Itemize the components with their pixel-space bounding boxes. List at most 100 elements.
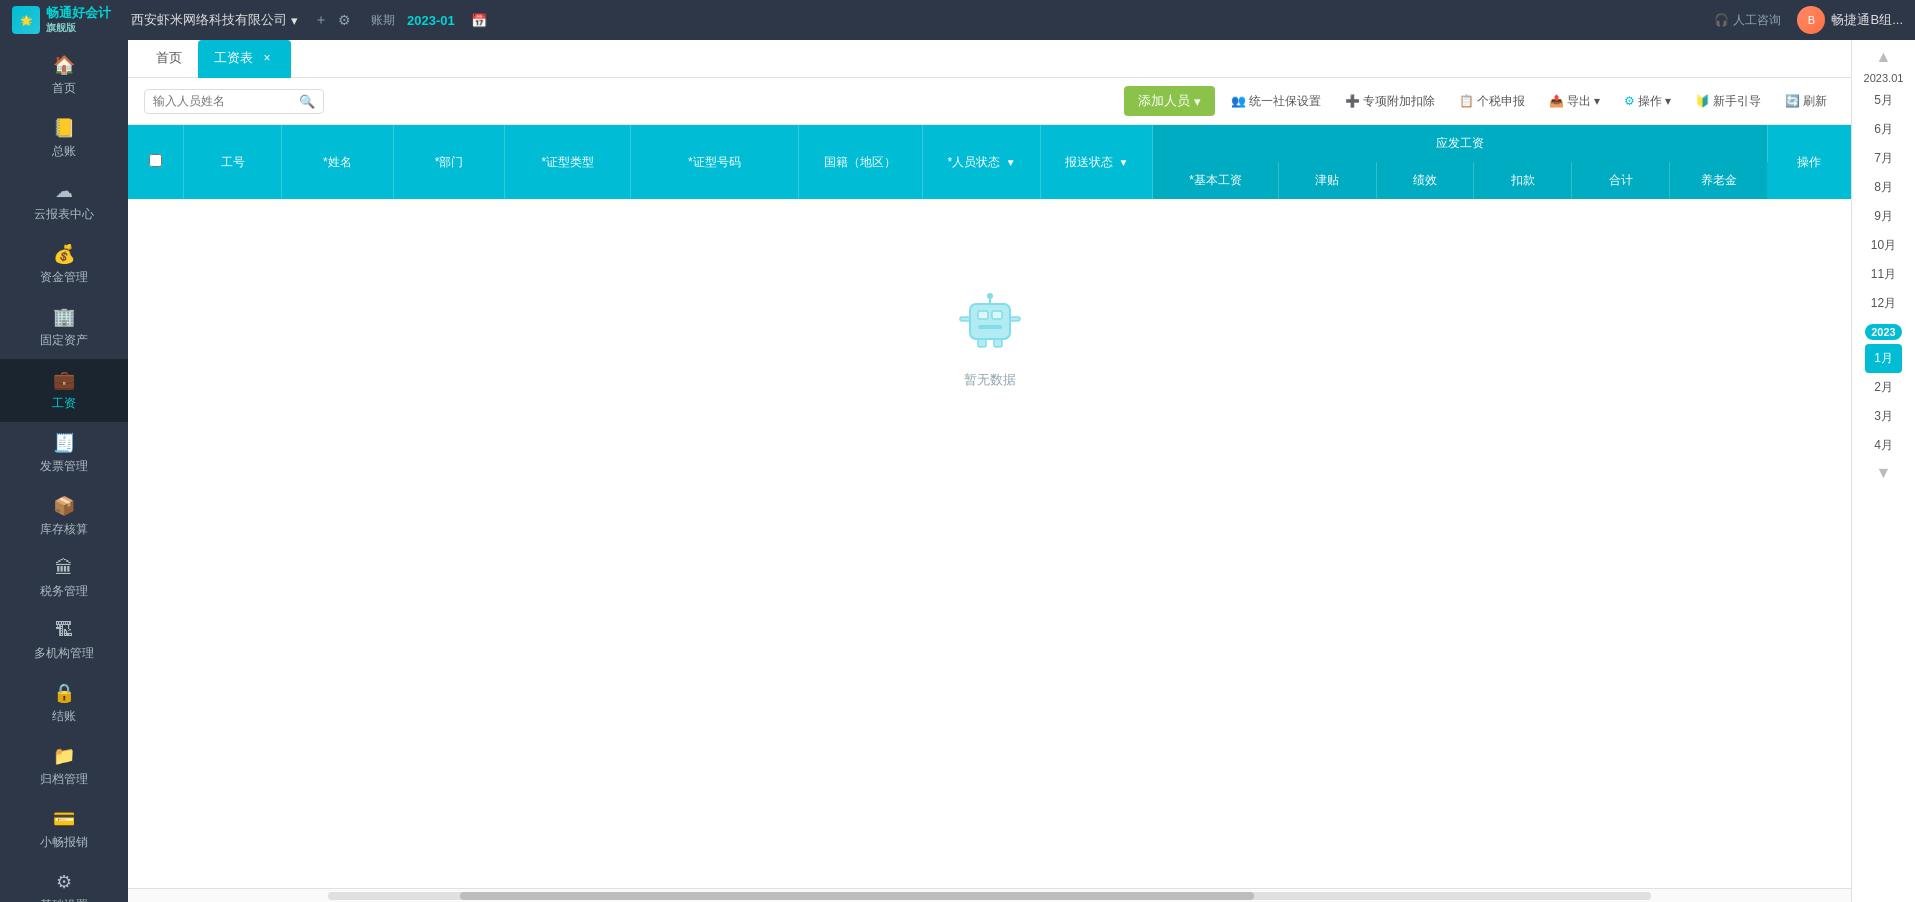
th-checkbox[interactable] [128, 125, 184, 199]
expense-icon: 💳 [53, 808, 75, 830]
th-report[interactable]: 报送状态 ▼ [1041, 125, 1153, 199]
user-label: 畅捷通B组... [1831, 11, 1903, 29]
svg-rect-8 [978, 339, 986, 347]
sidebar-label-ledger: 总账 [52, 143, 76, 160]
scrollbar-thumb[interactable] [460, 892, 1254, 900]
period-label: 账期 [371, 12, 395, 29]
sidebar-item-home[interactable]: 🏠 首页 [0, 44, 128, 107]
select-all-checkbox[interactable] [149, 154, 162, 167]
month-item-2023-01[interactable]: 1月 [1865, 344, 1901, 373]
sidebar-item-archive[interactable]: 📁 归档管理 [0, 735, 128, 798]
scroll-up-button[interactable]: ▲ [1872, 44, 1896, 70]
operations-action[interactable]: ⚙ 操作 ▾ [1616, 89, 1679, 114]
report-filter-icon[interactable]: ▼ [1119, 157, 1129, 168]
invoice-icon: 🧾 [53, 432, 75, 454]
tab-payroll-tab[interactable]: 工资表× [198, 40, 291, 78]
sidebar-item-fund[interactable]: 💰 资金管理 [0, 233, 128, 296]
company-dropdown-icon[interactable]: ▾ [291, 13, 298, 28]
sidebar-label-expense: 小畅报销 [40, 834, 88, 851]
sidebar-item-invoice[interactable]: 🧾 发票管理 [0, 422, 128, 485]
year-2023-badge: 2023 [1865, 324, 1901, 340]
month-item-2022-12[interactable]: 12月 [1865, 289, 1901, 318]
logo-sub-text: 旗舰版 [46, 21, 111, 35]
top-bar-icons: ＋ ⚙ [314, 11, 351, 29]
top-bar-right: 🎧 人工咨询 B 畅捷通B组... [1714, 6, 1903, 34]
search-input[interactable] [153, 94, 293, 108]
fixed-assets-icon: 🏢 [53, 306, 75, 328]
scroll-down-button[interactable]: ▼ [1872, 460, 1896, 486]
add-person-button[interactable]: 添加人员 ▾ [1124, 86, 1215, 116]
th-cert-type: *证型类型 [505, 125, 631, 199]
tab-home-tab[interactable]: 首页 [140, 40, 198, 78]
calendar-icon[interactable]: 📅 [471, 13, 487, 28]
month-item-2022-08[interactable]: 8月 [1865, 173, 1901, 202]
th-nation: 国籍（地区） [798, 125, 922, 199]
period-value[interactable]: 2023-01 [407, 13, 455, 28]
company-selector[interactable]: 西安虾米网络科技有限公司 ▾ [131, 11, 298, 29]
guide-action[interactable]: 🔰 新手引导 [1687, 89, 1769, 114]
search-icon[interactable]: 🔍 [299, 94, 315, 109]
sidebar-item-fixed-assets[interactable]: 🏢 固定资产 [0, 296, 128, 359]
sidebar-item-settings[interactable]: ⚙ 基础设置 [0, 861, 128, 902]
th-base-wage: *基本工资 [1153, 162, 1279, 199]
main-layout: 🏠 首页 📒 总账 ☁ 云报表中心 💰 资金管理 🏢 固定资产 💼 工资 🧾 发… [0, 40, 1915, 902]
th-cert-no: *证型号码 [631, 125, 799, 199]
sidebar-label-multi-org: 多机构管理 [34, 645, 94, 662]
empty-text: 暂无数据 [964, 371, 1016, 389]
scrollbar-track[interactable] [328, 892, 1651, 900]
tab-close-payroll-tab[interactable]: × [259, 50, 275, 66]
refresh-action[interactable]: 🔄 刷新 [1777, 89, 1835, 114]
th-total: 合计 [1572, 162, 1670, 199]
tax-icon: 🏛 [55, 558, 73, 579]
add-icon[interactable]: ＋ [314, 11, 328, 29]
special-deduct-action[interactable]: ➕ 专项附加扣除 [1337, 89, 1443, 114]
personal-tax-action[interactable]: 📋 个税申报 [1451, 89, 1533, 114]
svg-point-5 [987, 293, 993, 299]
sidebar-item-cloud-report[interactable]: ☁ 云报表中心 [0, 170, 128, 233]
social-settings-action[interactable]: 👥 统一社保设置 [1223, 89, 1329, 114]
status-filter-icon[interactable]: ▼ [1006, 157, 1016, 168]
export-dropdown-icon: ▾ [1594, 94, 1600, 108]
th-name: *姓名 [282, 125, 394, 199]
user-menu[interactable]: B 畅捷通B组... [1797, 6, 1903, 34]
settings-icon[interactable]: ⚙ [338, 12, 351, 28]
month-item-2023-03[interactable]: 3月 [1865, 402, 1901, 431]
operations-label: 操作 [1638, 93, 1662, 110]
personal-tax-icon: 📋 [1459, 94, 1474, 108]
month-item-2022-05[interactable]: 5月 [1865, 86, 1901, 115]
export-icon: 📤 [1549, 94, 1564, 108]
empty-icon [950, 279, 1030, 359]
export-action[interactable]: 📤 导出 ▾ [1541, 89, 1608, 114]
payroll-icon: 💼 [53, 369, 75, 391]
th-status[interactable]: *人员状态 ▼ [922, 125, 1041, 199]
sidebar-label-payroll: 工资 [52, 395, 76, 412]
month-item-2022-11[interactable]: 11月 [1865, 260, 1901, 289]
add-dropdown-icon: ▾ [1194, 94, 1201, 109]
month-item-2022-10[interactable]: 10月 [1865, 231, 1901, 260]
sidebar-item-tax[interactable]: 🏛 税务管理 [0, 548, 128, 610]
sidebar-item-ledger[interactable]: 📒 总账 [0, 107, 128, 170]
company-name: 西安虾米网络科技有限公司 [131, 11, 287, 29]
tab-label-home-tab: 首页 [156, 49, 182, 67]
inventory-icon: 📦 [53, 495, 75, 517]
month-item-2023-02[interactable]: 2月 [1865, 373, 1901, 402]
th-ops: 操作 [1767, 125, 1851, 199]
sidebar-label-invoice: 发票管理 [40, 458, 88, 475]
app-logo: 🌟 畅通好会计 旗舰版 [12, 5, 111, 35]
support-button[interactable]: 🎧 人工咨询 [1714, 12, 1781, 29]
month-item-2022-06[interactable]: 6月 [1865, 115, 1901, 144]
sidebar-item-close[interactable]: 🔒 结账 [0, 672, 128, 735]
month-item-2022-09[interactable]: 9月 [1865, 202, 1901, 231]
sidebar-item-inventory[interactable]: 📦 库存核算 [0, 485, 128, 548]
th-pension: 养老金 [1669, 162, 1767, 199]
logo-text-wrap: 畅通好会计 旗舰版 [46, 5, 111, 35]
month-item-2023-04[interactable]: 4月 [1865, 431, 1901, 460]
bottom-scrollbar[interactable] [128, 888, 1851, 902]
month-item-2022-07[interactable]: 7月 [1865, 144, 1901, 173]
sidebar-label-close: 结账 [52, 708, 76, 725]
sidebar-item-payroll[interactable]: 💼 工资 [0, 359, 128, 422]
sidebar-item-expense[interactable]: 💳 小畅报销 [0, 798, 128, 861]
sidebar-item-multi-org[interactable]: 🏗 多机构管理 [0, 610, 128, 672]
personal-tax-label: 个税申报 [1477, 93, 1525, 110]
sidebar-label-cloud-report: 云报表中心 [34, 206, 94, 223]
